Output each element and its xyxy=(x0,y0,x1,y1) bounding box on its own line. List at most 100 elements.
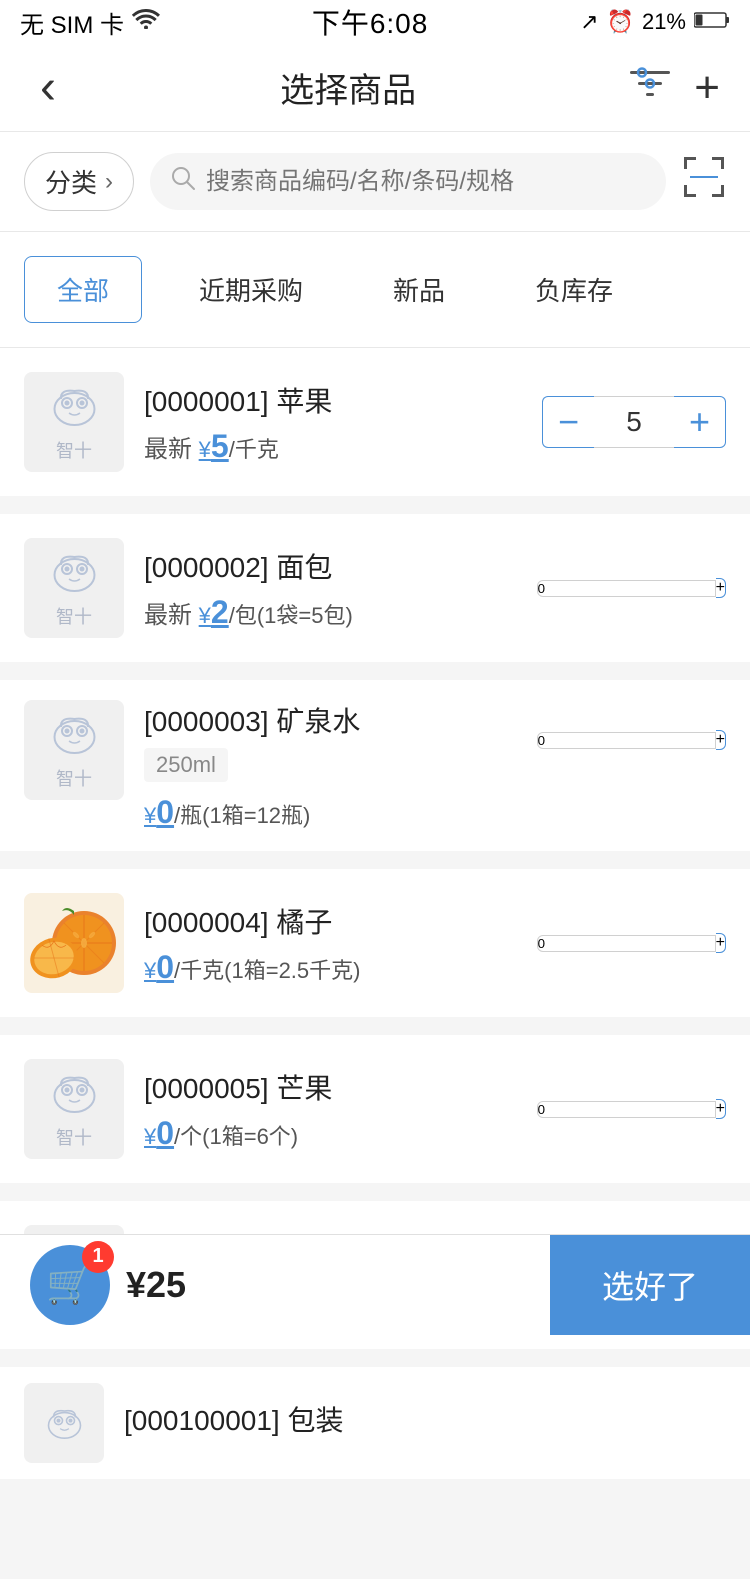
price-yuan-icon: ¥ xyxy=(199,437,211,462)
tab-new[interactable]: 新品 xyxy=(360,256,478,323)
product-price: ¥0/个(1箱=6个) xyxy=(144,1115,517,1152)
price-yuan-icon: ¥ xyxy=(144,803,156,828)
status-left: 无 SIM 卡 xyxy=(20,5,160,40)
cart-badge: 1 xyxy=(82,1241,114,1273)
product-name: [0000005] 芒果 xyxy=(144,1067,517,1107)
quantity-increment-button[interactable]: + xyxy=(716,1099,726,1119)
list-item: 智十 [0000001] 苹果 最新 ¥5/千克 − + xyxy=(0,348,750,496)
product-info: [0000001] 苹果 最新 ¥5/千克 xyxy=(124,380,542,465)
item-divider xyxy=(0,1185,750,1201)
quantity-input[interactable] xyxy=(537,580,716,597)
product-name: [0000001] 苹果 xyxy=(144,380,522,420)
search-icon xyxy=(170,165,196,198)
product-price: ¥0/千克(1箱=2.5千克) xyxy=(144,949,517,986)
location-icon: ↗ xyxy=(580,9,598,35)
product-thumbnail xyxy=(24,1383,104,1463)
list-item: 智十 [0000005] 芒果 ¥0/个(1箱=6个) + xyxy=(0,1035,750,1183)
scan-icon[interactable] xyxy=(682,155,726,209)
owl-icon xyxy=(47,381,102,433)
price-label: 最新 xyxy=(144,602,192,629)
category-label: 分类 xyxy=(45,163,97,200)
price-unit: /个(1箱=6个) xyxy=(174,1124,298,1149)
brand-label: 智十 xyxy=(47,603,102,629)
product-info: [000100001] 包装 xyxy=(104,1399,726,1447)
status-bar: 无 SIM 卡 下午6:08 ↗ ⏰ 21% xyxy=(0,0,750,44)
price-yuan-icon: ¥ xyxy=(199,603,211,628)
quantity-increment-button[interactable]: + xyxy=(716,730,726,750)
tab-all[interactable]: 全部 xyxy=(24,256,142,323)
product-info: [0000005] 芒果 ¥0/个(1箱=6个) xyxy=(124,1067,537,1152)
product-controls: + xyxy=(537,933,726,953)
price-yuan-icon: ¥ xyxy=(144,958,156,983)
status-time: 下午6:08 xyxy=(312,2,429,42)
search-area: 分类 › xyxy=(0,132,750,232)
price-unit: /千克(1箱=2.5千克) xyxy=(174,958,360,983)
quantity-input[interactable] xyxy=(537,1101,716,1118)
quantity-input[interactable] xyxy=(594,396,674,448)
item-divider xyxy=(0,853,750,869)
back-button[interactable]: ‹ xyxy=(30,50,66,125)
brand-label: 智十 xyxy=(47,1124,102,1150)
product-info: [0000004] 橘子 ¥0/千克(1箱=2.5千克) xyxy=(124,901,537,986)
product-thumbnail: 智十 xyxy=(24,538,124,638)
add-icon[interactable]: + xyxy=(694,63,720,113)
brand-label: 智十 xyxy=(47,765,102,791)
quantity-control: − + xyxy=(542,396,726,448)
product-name: [000100001] 包装 xyxy=(124,1399,706,1439)
wifi-icon xyxy=(132,8,160,36)
price-value: 2 xyxy=(211,594,229,630)
quantity-increment-button[interactable]: + xyxy=(716,578,726,598)
filter-icon[interactable] xyxy=(630,67,670,109)
price-value: 0 xyxy=(156,794,174,830)
category-button[interactable]: 分类 › xyxy=(24,152,134,211)
list-item: [0000004] 橘子 ¥0/千克(1箱=2.5千克) + xyxy=(0,869,750,1017)
tab-negative[interactable]: 负库存 xyxy=(502,256,646,323)
cart-button[interactable]: 🛒 1 xyxy=(30,1245,110,1325)
bottom-bar: 🛒 1 ¥25 选好了 xyxy=(0,1234,750,1334)
owl-icon xyxy=(47,709,102,761)
confirm-button[interactable]: 选好了 xyxy=(550,1235,750,1335)
battery-label: 21% xyxy=(642,9,686,35)
list-item: 智十 [0000003] 矿泉水 250ml ¥0/瓶(1箱=12瓶) + xyxy=(0,680,750,851)
product-thumbnail: 智十 xyxy=(24,372,124,472)
product-name: [0000002] 面包 xyxy=(144,546,517,586)
product-controls: + xyxy=(537,578,726,598)
product-thumbnail: 智十 xyxy=(24,700,124,800)
list-item: [000100001] 包装 xyxy=(0,1367,750,1479)
price-label: 最新 xyxy=(144,436,192,463)
quantity-increment-button[interactable]: + xyxy=(674,396,726,448)
list-item: 智十 [0000002] 面包 最新 ¥2/包(1袋=5包) + xyxy=(0,514,750,662)
filter-tabs: 全部 近期采购 新品 负库存 xyxy=(0,232,750,348)
tab-recent[interactable]: 近期采购 xyxy=(166,256,336,323)
carrier-label: 无 SIM 卡 xyxy=(20,5,124,40)
quantity-input[interactable] xyxy=(537,732,716,749)
price-unit: /瓶(1箱=12瓶) xyxy=(174,803,310,828)
nav-actions: + xyxy=(630,63,720,113)
content-area: 分类 › 全部 近期采购 新品 负库存 智十 xyxy=(0,132,750,1579)
price-value: 0 xyxy=(156,1115,174,1151)
chevron-right-icon: › xyxy=(105,168,113,196)
search-input-wrap xyxy=(150,153,666,210)
product-thumbnail: 智十 xyxy=(24,1059,124,1159)
quantity-decrement-button[interactable]: − xyxy=(542,396,594,448)
page-title: 选择商品 xyxy=(280,63,416,112)
alarm-icon: ⏰ xyxy=(607,9,634,35)
nav-bar: ‹ 选择商品 + xyxy=(0,44,750,132)
cart-total-price: ¥25 xyxy=(126,1264,186,1306)
item-divider xyxy=(0,1351,750,1367)
price-unit: /千克 xyxy=(229,437,279,462)
quantity-increment-button[interactable]: + xyxy=(716,933,726,953)
product-thumbnail xyxy=(24,893,124,993)
price-value: 5 xyxy=(211,428,229,464)
search-input[interactable] xyxy=(206,168,646,196)
price-value: 0 xyxy=(156,949,174,985)
product-controls: + xyxy=(537,730,726,750)
owl-icon xyxy=(47,547,102,599)
product-price: 最新 ¥2/包(1袋=5包) xyxy=(144,594,517,631)
price-yuan-icon: ¥ xyxy=(144,1124,156,1149)
item-divider xyxy=(0,1019,750,1035)
status-right: ↗ ⏰ 21% xyxy=(580,9,730,35)
product-controls: + xyxy=(537,1099,726,1119)
quantity-input[interactable] xyxy=(537,935,716,952)
owl-icon xyxy=(47,1068,102,1120)
